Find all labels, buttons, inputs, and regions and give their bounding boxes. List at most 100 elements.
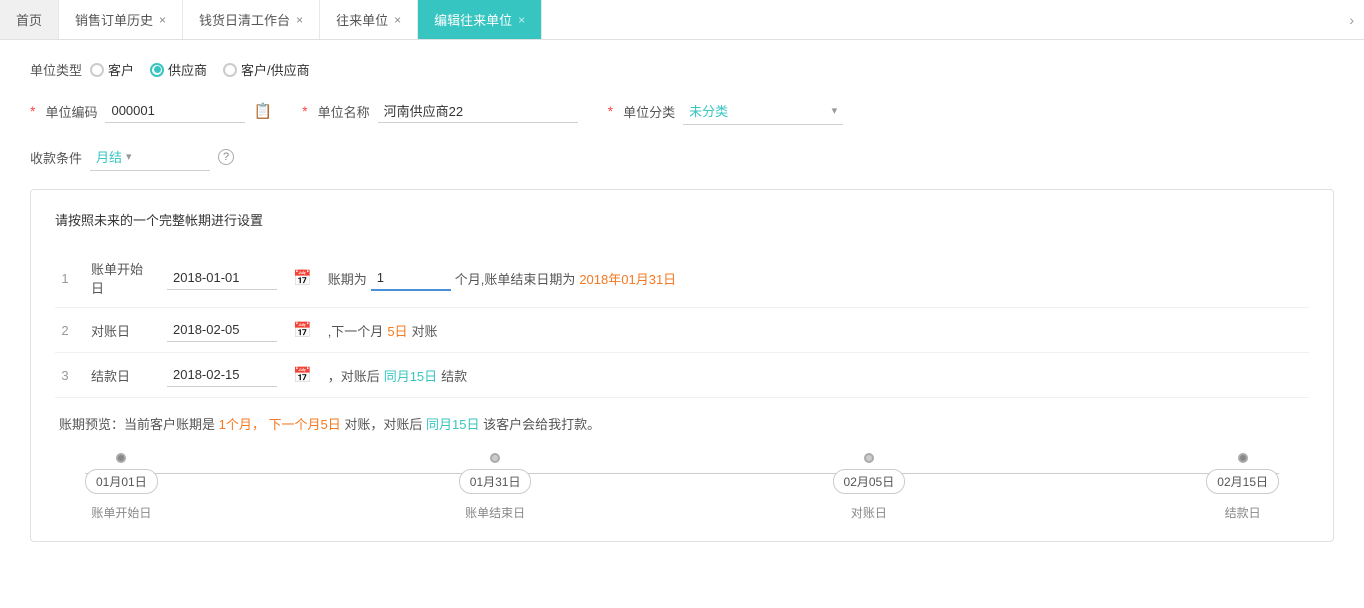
unit-category-label: 单位分类 [623, 102, 675, 121]
radio-supplier-circle [150, 63, 164, 77]
recon-date-input[interactable] [167, 318, 277, 342]
payment-condition-label: 收款条件 [30, 148, 82, 167]
radio-customer-circle [90, 63, 104, 77]
unit-code-label: 单位编码 [45, 102, 97, 121]
help-icon[interactable]: ? [218, 149, 234, 165]
radio-customer[interactable]: 客户 [90, 60, 134, 79]
unit-category-required: * [608, 103, 613, 119]
row-1-suffix: 个月,账单结束日期为 [455, 269, 576, 288]
config-row-1: 1 账单开始日 📅 账期为 个月,账单结束日期为 2018年01月31日 [55, 249, 1309, 308]
row-1-prefix: 账期为 [328, 269, 367, 288]
timeline-label-1: 账单开始日 [91, 504, 151, 521]
timeline-label-2: 账单结束日 [465, 504, 525, 521]
calendar-icon-3[interactable]: 📅 [293, 366, 312, 384]
tab-sales-order-history[interactable]: 销售订单历史 × [59, 0, 183, 39]
unit-type-row: 单位类型 客户 供应商 客户/供应商 [30, 60, 1334, 79]
tab-sales-order-history-label: 销售订单历史 [75, 10, 153, 29]
payment-condition-row: 收款条件 月结 ▾ ? [30, 143, 1334, 171]
timeline-point-1: 01月01日 账单开始日 [85, 453, 158, 521]
tab-cash-work[interactable]: 钱货日清工作台 × [183, 0, 320, 39]
start-date-input[interactable] [167, 266, 277, 290]
tab-cash-work-label: 钱货日清工作台 [199, 10, 290, 29]
tab-edit-partner[interactable]: 编辑往来单位 × [418, 0, 542, 39]
tab-expand-button[interactable]: › [1339, 0, 1364, 39]
radio-customer-label: 客户 [108, 60, 134, 79]
period-setting-section: 请按照未来的一个完整帐期进行设置 1 账单开始日 📅 账期为 个月,账单结束日期… [30, 189, 1334, 542]
preview-p1: 1个月， [219, 417, 265, 432]
unit-category-value: 未分类 [689, 101, 827, 120]
row-label-1: 账单开始日 [91, 259, 151, 297]
tab-home-label: 首页 [16, 10, 42, 29]
preview-p2: 下一个月5日 [269, 417, 341, 432]
tab-home[interactable]: 首页 [0, 0, 59, 39]
row-3-highlight: 同月15日 [384, 366, 437, 385]
timeline-point-3: 02月05日 对账日 [833, 453, 906, 521]
close-icon[interactable]: × [394, 14, 401, 26]
row-num-2: 2 [55, 323, 75, 338]
unit-code-input[interactable] [105, 99, 245, 123]
copy-icon[interactable]: 📋 [253, 102, 272, 120]
chevron-down-icon: ▾ [126, 150, 132, 163]
row-label-3: 结款日 [91, 366, 151, 385]
unit-category-field: * 单位分类 未分类 ▾ [608, 97, 843, 125]
settlement-date-input[interactable] [167, 363, 277, 387]
timeline-points: 01月01日 账单开始日 01月31日 账单结束日 02月05日 对账日 [85, 453, 1279, 521]
unit-name-required: * [302, 103, 307, 119]
unit-category-select[interactable]: 未分类 ▾ [683, 97, 843, 125]
preview-p3: 同月15日 [426, 417, 479, 432]
radio-supplier[interactable]: 供应商 [150, 60, 207, 79]
radio-customer-supplier[interactable]: 客户/供应商 [223, 60, 310, 79]
tab-partner-unit-label: 往来单位 [336, 10, 388, 29]
timeline-dot-3 [864, 453, 874, 463]
tab-edit-partner-label: 编辑往来单位 [434, 10, 512, 29]
unit-type-field: 单位类型 客户 供应商 客户/供应商 [30, 60, 310, 79]
timeline-container: 01月01日 账单开始日 01月31日 账单结束日 02月05日 对账日 [55, 453, 1309, 521]
config-row-3: 3 结款日 📅 ，对账后 同月15日 结款 [55, 353, 1309, 398]
row-2-prefix: ,下一个月 [328, 321, 384, 340]
timeline-dot-1 [116, 453, 126, 463]
calendar-icon-1[interactable]: 📅 [293, 269, 312, 287]
timeline-dot-2 [490, 453, 500, 463]
timeline-point-2: 01月31日 账单结束日 [459, 453, 532, 521]
row-num-3: 3 [55, 368, 75, 383]
timeline-dot-4 [1238, 453, 1248, 463]
row-num-1: 1 [55, 271, 75, 286]
unit-name-input[interactable] [378, 99, 578, 123]
timeline-label-4: 结款日 [1225, 504, 1261, 521]
section-title: 请按照未来的一个完整帐期进行设置 [55, 210, 1309, 229]
row-label-2: 对账日 [91, 321, 151, 340]
row-3-desc: ，对账后 同月15日 结款 [328, 366, 468, 385]
row-2-suffix: 对账 [412, 321, 438, 340]
payment-condition-value: 月结 [96, 147, 122, 166]
period-input[interactable] [371, 266, 451, 291]
radio-customer-supplier-label: 客户/供应商 [241, 60, 310, 79]
tab-bar: 首页 销售订单历史 × 钱货日清工作台 × 往来单位 × 编辑往来单位 × › [0, 0, 1364, 40]
unit-type-radio-group: 客户 供应商 客户/供应商 [90, 60, 310, 79]
timeline-label-3: 对账日 [851, 504, 887, 521]
payment-condition-select[interactable]: 月结 ▾ [90, 143, 210, 171]
timeline-date-3: 02月05日 [833, 469, 906, 494]
preview-label: 账期预览：当前客户账期是 [59, 417, 215, 432]
tab-partner-unit[interactable]: 往来单位 × [320, 0, 418, 39]
payment-condition-field: 收款条件 月结 ▾ ? [30, 143, 234, 171]
row-2-highlight: 5日 [387, 321, 407, 340]
main-content: 单位类型 客户 供应商 客户/供应商 * 单位编码 [0, 40, 1364, 608]
radio-supplier-label: 供应商 [168, 60, 207, 79]
unit-name-label: 单位名称 [318, 102, 370, 121]
timeline-date-1: 01月01日 [85, 469, 158, 494]
close-icon[interactable]: × [518, 14, 525, 26]
chevron-right-icon: › [1349, 12, 1354, 28]
unit-code-field: * 单位编码 📋 [30, 99, 272, 123]
chevron-down-icon: ▾ [832, 104, 838, 117]
timeline-date-2: 01月31日 [459, 469, 532, 494]
row-1-highlight: 2018年01月31日 [579, 269, 676, 288]
config-row-2: 2 对账日 📅 ,下一个月 5日 对账 [55, 308, 1309, 353]
calendar-icon-2[interactable]: 📅 [293, 321, 312, 339]
preview-mid: 对账，对账后 [344, 417, 422, 432]
close-icon[interactable]: × [296, 14, 303, 26]
preview-end: 该客户会给我打款。 [483, 417, 600, 432]
unit-code-required: * [30, 103, 35, 119]
row-1-desc: 账期为 个月,账单结束日期为 2018年01月31日 [328, 266, 676, 291]
close-icon[interactable]: × [159, 14, 166, 26]
row-2-desc: ,下一个月 5日 对账 [328, 321, 438, 340]
